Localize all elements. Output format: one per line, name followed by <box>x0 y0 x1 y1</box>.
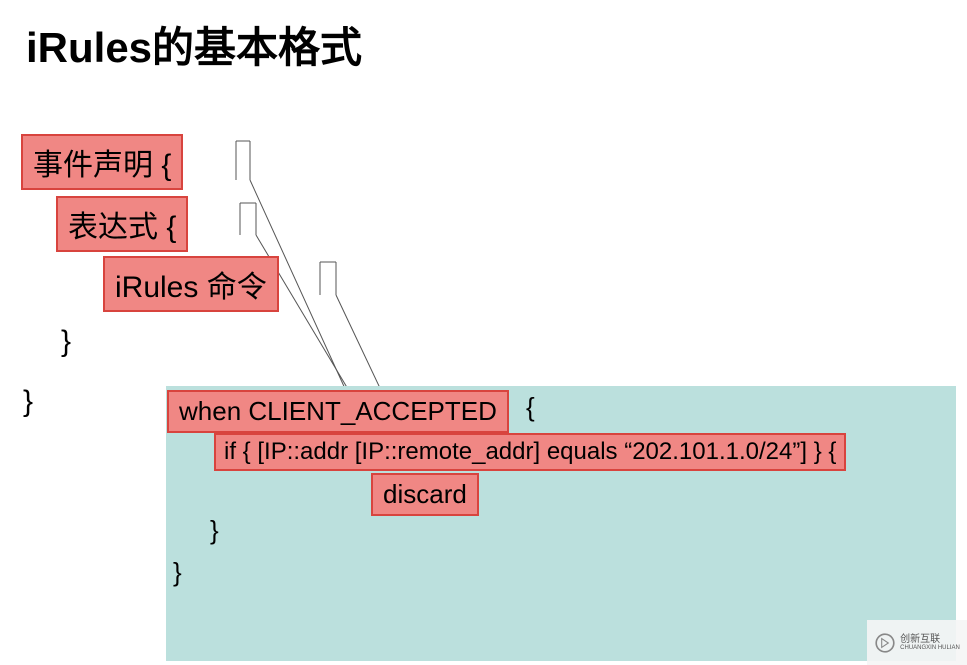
template-close-brace-outer: } <box>23 385 33 419</box>
event-declaration-box: 事件声明 { <box>21 134 183 190</box>
expression-box: 表达式 { <box>56 196 188 252</box>
watermark-brand: 创新互联 <box>900 634 960 645</box>
command-box: iRules 命令 <box>103 256 279 312</box>
code-discard-box: discard <box>371 473 479 516</box>
template-close-brace-inner: } <box>61 325 71 359</box>
diagram-container: 事件声明 { 表达式 { iRules 命令 } } when CLIENT_A… <box>0 75 967 665</box>
watermark-logo-icon <box>874 632 896 654</box>
page-title: iRules的基本格式 <box>0 0 967 75</box>
code-when-brace: { <box>526 392 535 423</box>
code-if-box: if { [IP::addr [IP::remote_addr] equals … <box>214 433 846 471</box>
code-close-outer: } <box>173 557 182 588</box>
watermark-sub: CHUANGXIN HULIAN <box>900 645 960 652</box>
code-close-inner: } <box>210 515 219 546</box>
code-when-box: when CLIENT_ACCEPTED <box>167 390 509 433</box>
watermark: 创新互联 CHUANGXIN HULIAN <box>867 620 967 665</box>
